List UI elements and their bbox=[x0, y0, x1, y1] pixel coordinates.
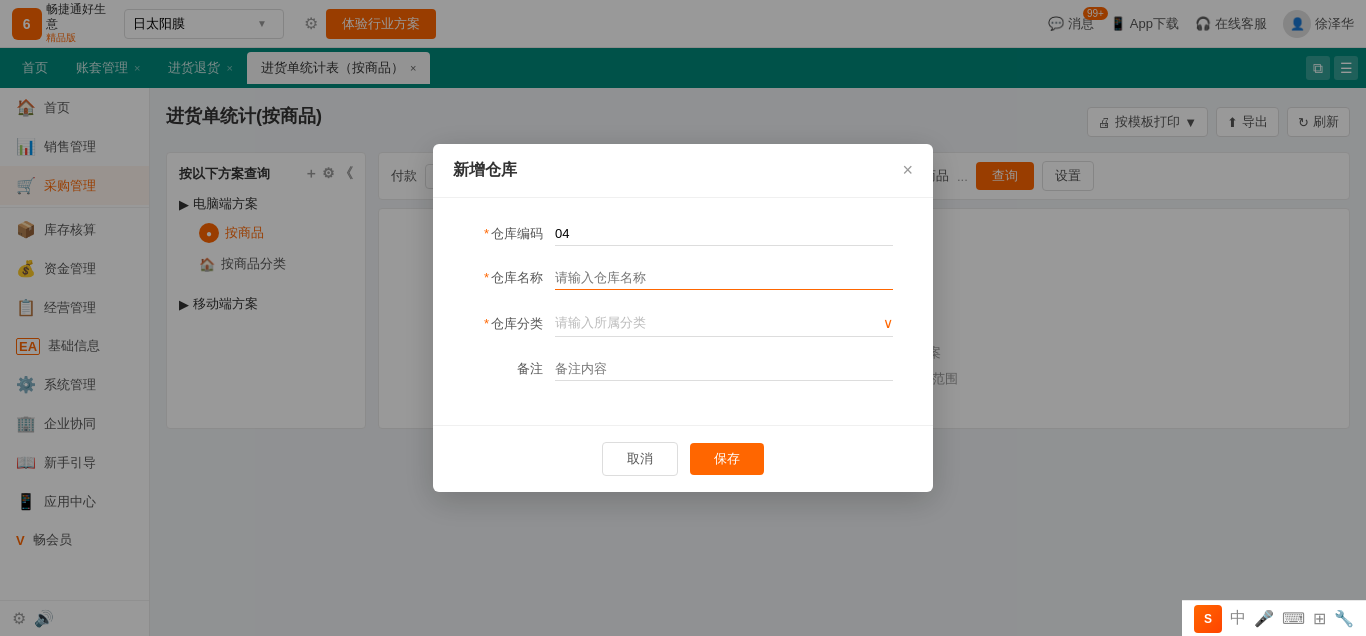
modal-body: *仓库编码 *仓库名称 *仓库分类 请输入所属分类 ∨ bbox=[433, 198, 933, 425]
bottom-bar: S 中 🎤 ⌨ ⊞ 🔧 bbox=[1182, 600, 1366, 636]
save-button[interactable]: 保存 bbox=[690, 443, 764, 475]
category-arrow-icon: ∨ bbox=[883, 315, 893, 331]
cancel-button[interactable]: 取消 bbox=[602, 442, 678, 476]
mic-icon[interactable]: 🎤 bbox=[1254, 609, 1274, 628]
warehouse-name-input[interactable] bbox=[555, 266, 893, 290]
remark-input[interactable] bbox=[555, 357, 893, 381]
warehouse-category-select[interactable]: 请输入所属分类 ∨ bbox=[555, 310, 893, 337]
apps2-icon[interactable]: ⊞ bbox=[1313, 609, 1326, 628]
modal-close-btn[interactable]: × bbox=[902, 160, 913, 181]
form-row-category: *仓库分类 请输入所属分类 ∨ bbox=[473, 310, 893, 337]
form-row-remark: 备注 bbox=[473, 357, 893, 381]
category-placeholder: 请输入所属分类 bbox=[555, 314, 646, 332]
modal-title: 新增仓库 bbox=[453, 160, 517, 181]
bottom-icons: 中 🎤 ⌨ ⊞ 🔧 bbox=[1230, 608, 1354, 629]
form-label-category: *仓库分类 bbox=[473, 315, 543, 333]
form-row-code: *仓库编码 bbox=[473, 222, 893, 246]
required-star-category: * bbox=[484, 316, 489, 331]
warehouse-code-input[interactable] bbox=[555, 222, 893, 246]
keyboard-icon[interactable]: ⌨ bbox=[1282, 609, 1305, 628]
chinese-input-icon[interactable]: 中 bbox=[1230, 608, 1246, 629]
form-label-code: *仓库编码 bbox=[473, 225, 543, 243]
modal-header: 新增仓库 × bbox=[433, 144, 933, 198]
modal: 新增仓库 × *仓库编码 *仓库名称 *仓库分类 bbox=[433, 144, 933, 492]
tools-icon[interactable]: 🔧 bbox=[1334, 609, 1354, 628]
form-label-name: *仓库名称 bbox=[473, 269, 543, 287]
bottom-logo: S bbox=[1194, 605, 1222, 633]
required-star-name: * bbox=[484, 270, 489, 285]
form-label-remark: 备注 bbox=[473, 360, 543, 378]
modal-overlay: 新增仓库 × *仓库编码 *仓库名称 *仓库分类 bbox=[0, 0, 1366, 636]
modal-footer: 取消 保存 bbox=[433, 425, 933, 492]
required-star-code: * bbox=[484, 226, 489, 241]
form-row-name: *仓库名称 bbox=[473, 266, 893, 290]
